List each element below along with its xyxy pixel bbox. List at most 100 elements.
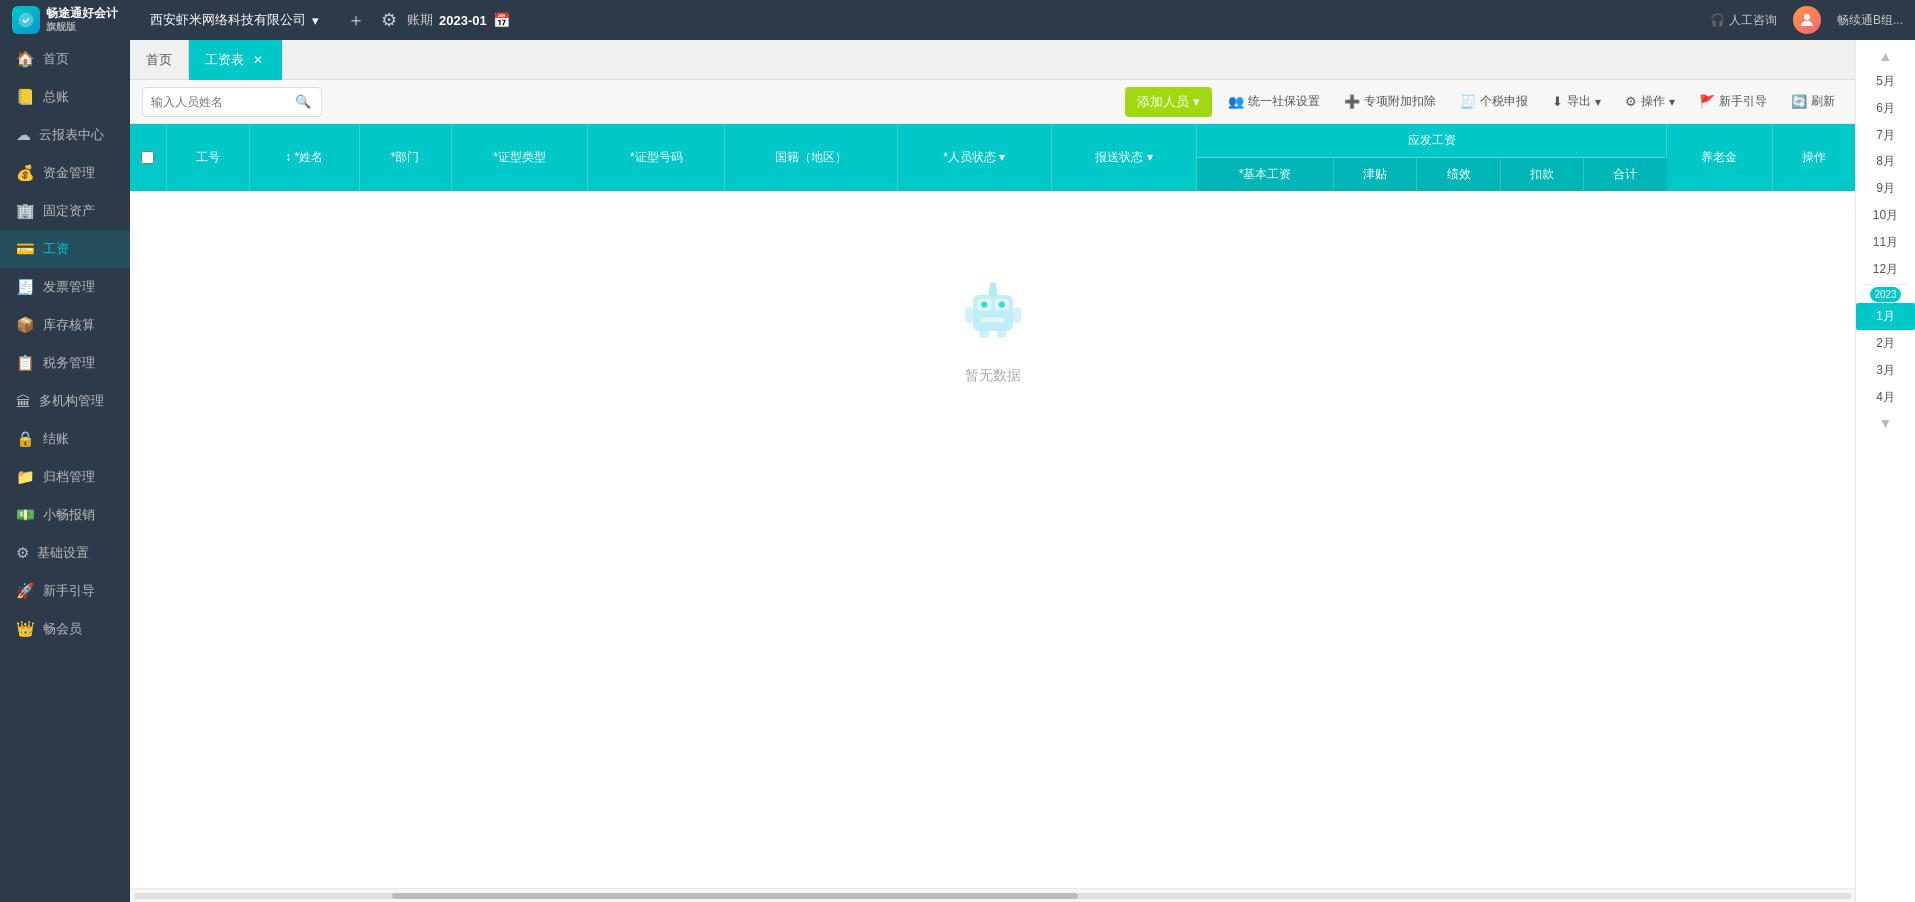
scrollbar-track <box>134 893 1851 899</box>
date-panel-down-arrow[interactable]: ▼ <box>1875 411 1897 435</box>
add-company-btn[interactable]: ＋ <box>347 11 365 29</box>
empty-row: 暂无数据 <box>130 191 1855 465</box>
tab-bar: 首页 工资表 ✕ <box>130 40 1855 80</box>
sidebar-item-assets[interactable]: 🏢 固定资产 <box>0 192 130 230</box>
select-all-checkbox[interactable] <box>141 151 154 164</box>
settings-btn[interactable]: ⚙ <box>381 11 397 29</box>
month-2022-08[interactable]: 8月 <box>1856 148 1915 175</box>
sidebar-item-home[interactable]: 🏠 首页 <box>0 40 130 78</box>
sidebar-item-expense[interactable]: 💵 小畅报销 <box>0 496 130 534</box>
special-deduction-btn[interactable]: ➕ 专项附加扣除 <box>1336 89 1444 114</box>
tax-report-icon: 🧾 <box>1460 94 1476 109</box>
sidebar-item-cloud-report[interactable]: ☁ 云报表中心 <box>0 116 130 154</box>
col-pension: 养老金 <box>1667 124 1773 191</box>
empty-state: 暂无数据 <box>130 191 1855 465</box>
search-icon[interactable]: 🔍 <box>295 94 311 109</box>
search-input[interactable] <box>151 95 291 109</box>
user-avatar <box>1793 6 1821 34</box>
svg-rect-10 <box>965 307 973 323</box>
period-label: 账期 <box>407 11 433 29</box>
month-2022-10[interactable]: 10月 <box>1856 202 1915 229</box>
svg-rect-13 <box>997 329 1007 337</box>
company-name: 西安虾米网络科技有限公司 <box>150 11 306 29</box>
tab-payroll-table[interactable]: 工资表 ✕ <box>189 40 283 80</box>
month-2022-11[interactable]: 11月 <box>1856 229 1915 256</box>
tab-payroll-close[interactable]: ✕ <box>250 52 266 68</box>
sidebar-item-archive[interactable]: 📁 归档管理 <box>0 458 130 496</box>
horizontal-scrollbar[interactable] <box>130 888 1855 902</box>
scrollbar-thumb[interactable] <box>392 893 1079 899</box>
sidebar-item-settings[interactable]: ⚙ 基础设置 <box>0 534 130 572</box>
sidebar-item-guide[interactable]: 🚀 新手引导 <box>0 572 130 610</box>
operation-arrow: ▾ <box>1669 95 1675 109</box>
close-period-icon: 🔒 <box>16 430 35 448</box>
sidebar-item-ledger[interactable]: 📒 总账 <box>0 78 130 116</box>
toolbar: 🔍 添加人员 ▾ 👥 统一社保设置 ➕ 专项附加扣除 🧾 个税申报 ⬇ 导 <box>130 80 1855 124</box>
tab-home[interactable]: 首页 <box>130 40 189 80</box>
svg-rect-11 <box>1013 307 1021 323</box>
sidebar-label-settings: 基础设置 <box>37 544 89 562</box>
archive-icon: 📁 <box>16 468 35 486</box>
sidebar-label-assets: 固定资产 <box>43 202 95 220</box>
col-id-type: *证型类型 <box>451 124 588 191</box>
export-label: 导出 <box>1567 93 1591 110</box>
add-employee-button[interactable]: 添加人员 ▾ <box>1125 87 1212 117</box>
month-2023-02[interactable]: 2月 <box>1856 330 1915 357</box>
export-btn[interactable]: ⬇ 导出 ▾ <box>1544 89 1609 114</box>
sidebar-item-fund[interactable]: 💰 资金管理 <box>0 154 130 192</box>
social-security-btn[interactable]: 👥 统一社保设置 <box>1220 89 1328 114</box>
date-panel-up-arrow[interactable]: ▲ <box>1875 44 1897 68</box>
refresh-btn[interactable]: 🔄 刷新 <box>1783 89 1843 114</box>
month-2022-06[interactable]: 6月 <box>1856 95 1915 122</box>
app-version: 旗舰版 <box>46 20 118 34</box>
header-actions: ＋ ⚙ <box>347 11 397 29</box>
new-guide-btn[interactable]: 🚩 新手引导 <box>1691 89 1775 114</box>
col-number: 工号 <box>166 124 250 191</box>
payroll-icon: 💳 <box>16 240 35 258</box>
calendar-icon[interactable]: 📅 <box>493 12 510 28</box>
sidebar-item-close-period[interactable]: 🔒 结账 <box>0 420 130 458</box>
sidebar-item-payroll[interactable]: 💳 工资 <box>0 230 130 268</box>
sidebar-label-home: 首页 <box>43 50 69 68</box>
col-checkbox <box>130 124 166 191</box>
app-name-block: 畅途通好会计 旗舰版 <box>46 6 118 34</box>
assets-icon: 🏢 <box>16 202 35 220</box>
company-dropdown-icon[interactable]: ▾ <box>312 13 319 28</box>
month-2023-03[interactable]: 3月 <box>1856 357 1915 384</box>
empty-robot-icon <box>953 271 1033 351</box>
ledger-icon: 📒 <box>16 88 35 106</box>
year-2023-badge: 2023 <box>1870 287 1900 302</box>
month-2022-07[interactable]: 7月 <box>1856 122 1915 149</box>
month-2022-12[interactable]: 12月 <box>1856 256 1915 283</box>
operation-btn[interactable]: ⚙ 操作 ▾ <box>1617 89 1683 114</box>
personal-tax-btn[interactable]: 🧾 个税申报 <box>1452 89 1536 114</box>
month-2022-09[interactable]: 9月 <box>1856 175 1915 202</box>
sidebar-item-multi-org[interactable]: 🏛 多机构管理 <box>0 382 130 420</box>
user-name[interactable]: 畅续通B组... <box>1837 12 1903 29</box>
sidebar-item-invoice[interactable]: 🧾 发票管理 <box>0 268 130 306</box>
deduction-label: 专项附加扣除 <box>1364 93 1436 110</box>
col-deduction: 扣款 <box>1500 158 1584 192</box>
guide-icon: 🚀 <box>16 582 35 600</box>
guide-toolbar-label: 新手引导 <box>1719 93 1767 110</box>
tax-report-label: 个税申报 <box>1480 93 1528 110</box>
sidebar-item-tax[interactable]: 📋 税务管理 <box>0 344 130 382</box>
col-report-status: 报送状态 ▾ <box>1051 124 1196 191</box>
sidebar: 🏠 首页 📒 总账 ☁ 云报表中心 💰 资金管理 🏢 固定资产 💳 工资 🧾 发… <box>0 40 130 902</box>
sidebar-label-invoice: 发票管理 <box>43 278 95 296</box>
table-wrap: 工号 ↕ *姓名 *部门 *证型类型 *证型号码 国籍（地区） *人员状态 ▾ … <box>130 124 1855 888</box>
col-name: ↕ *姓名 <box>250 124 360 191</box>
refresh-icon: 🔄 <box>1791 94 1807 109</box>
empty-text: 暂无数据 <box>965 367 1021 385</box>
month-2023-04[interactable]: 4月 <box>1856 384 1915 411</box>
sidebar-label-ledger: 总账 <box>43 88 69 106</box>
col-nationality: 国籍（地区） <box>725 124 898 191</box>
service-btn[interactable]: 🎧 人工咨询 <box>1710 12 1777 29</box>
sidebar-item-inventory[interactable]: 📦 库存核算 <box>0 306 130 344</box>
company-selector[interactable]: 西安虾米网络科技有限公司 ▾ <box>142 7 327 33</box>
export-icon: ⬇ <box>1552 94 1563 109</box>
month-2023-01[interactable]: 1月 <box>1856 303 1915 330</box>
sidebar-item-member[interactable]: 👑 畅会员 <box>0 610 130 648</box>
month-2022-05[interactable]: 5月 <box>1856 68 1915 95</box>
svg-point-6 <box>998 301 1004 307</box>
